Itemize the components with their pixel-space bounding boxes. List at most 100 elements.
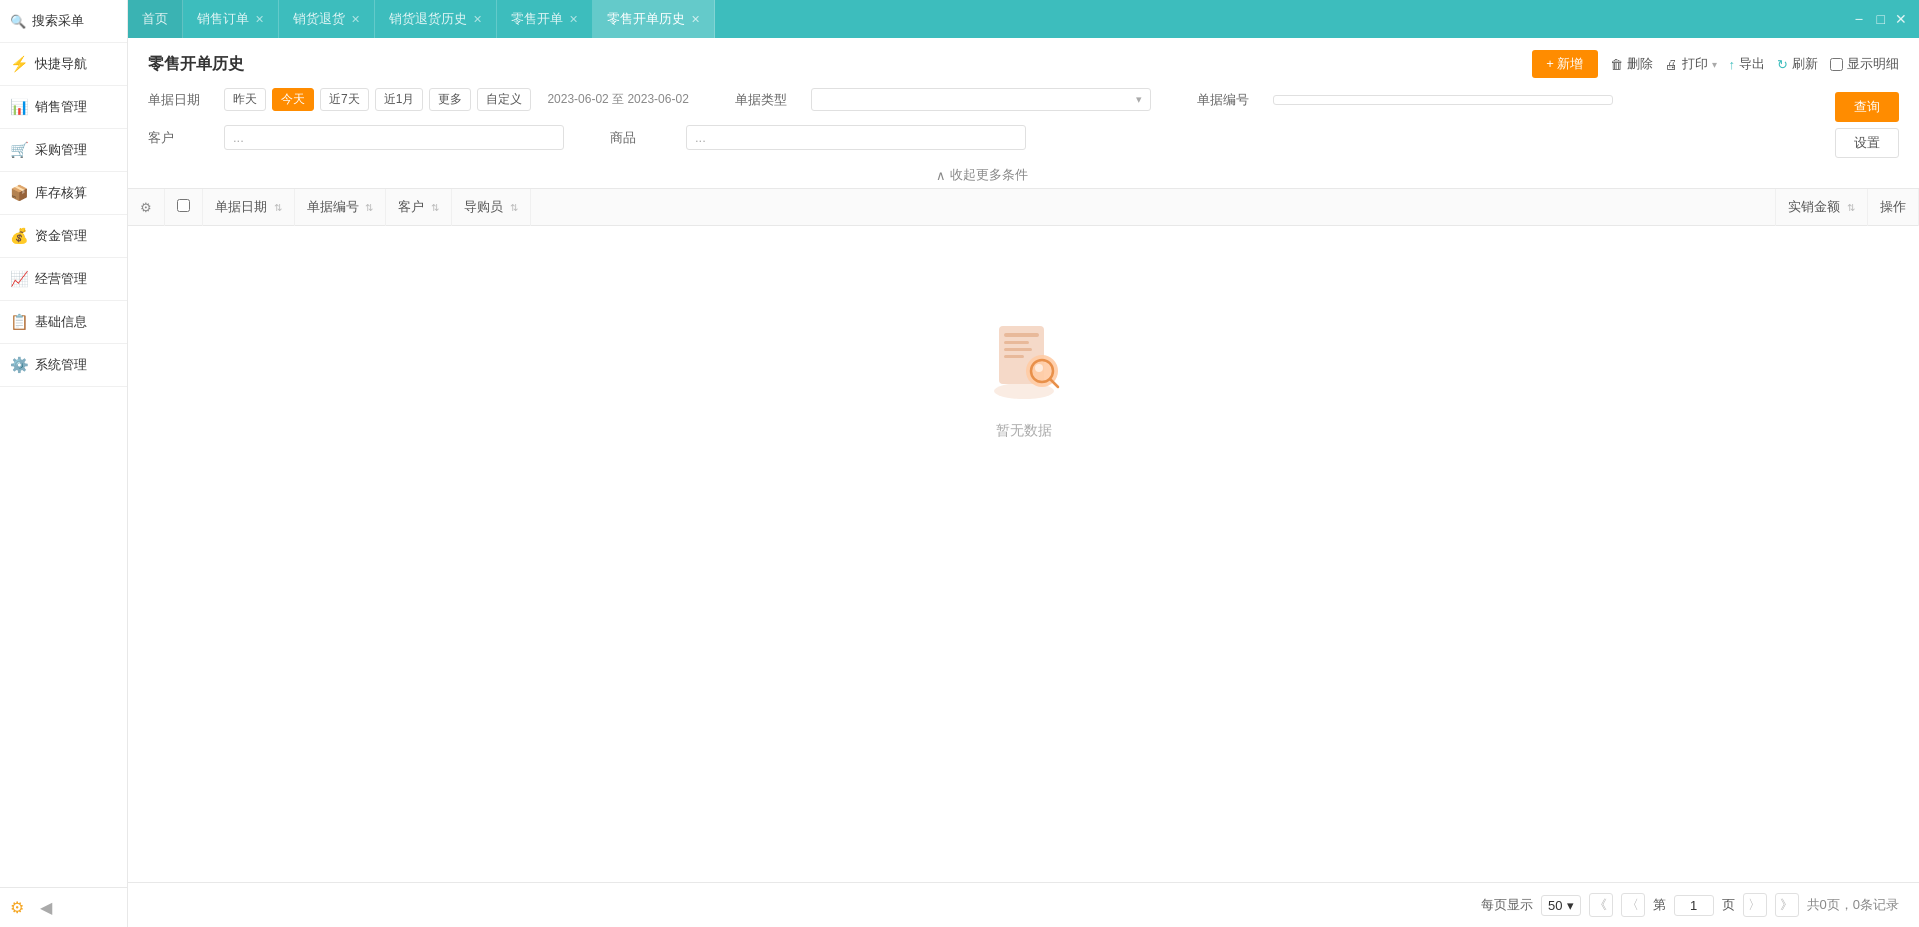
filter-rows: 单据日期 昨天 今天 近7天 近1月 更多 自定义 2023-06-02 至 2… bbox=[148, 88, 1815, 188]
close-sales-return-history-tab[interactable]: ✕ bbox=[473, 13, 482, 26]
sidebar-bottom: ⚙ ◀ bbox=[0, 887, 127, 927]
tab-retail-open[interactable]: 零售开单 ✕ bbox=[497, 0, 593, 38]
tab-sales-order[interactable]: 销售订单 ✕ bbox=[183, 0, 279, 38]
tab-home[interactable]: 首页 bbox=[128, 0, 183, 38]
inventory-icon: 📦 bbox=[10, 184, 29, 202]
type-filter-select[interactable]: ▾ bbox=[811, 88, 1151, 111]
sidebar-item-system[interactable]: ⚙️ 系统管理 bbox=[0, 344, 127, 387]
settings-icon[interactable]: ⚙ bbox=[10, 898, 24, 917]
sidebar-item-label: 资金管理 bbox=[35, 227, 87, 245]
number-filter-label: 单据编号 bbox=[1197, 91, 1257, 109]
tab-retail-open-history[interactable]: 零售开单历史 ✕ bbox=[593, 0, 715, 38]
svg-point-9 bbox=[1035, 364, 1043, 372]
prev-page-btn[interactable]: 〈 bbox=[1621, 893, 1645, 917]
svg-rect-2 bbox=[1004, 333, 1039, 337]
goods-filter-label: 商品 bbox=[610, 129, 670, 147]
new-button[interactable]: + 新增 bbox=[1532, 50, 1597, 78]
window-minimize[interactable]: － bbox=[1851, 9, 1867, 30]
sidebar-item-finance[interactable]: 💰 资金管理 bbox=[0, 215, 127, 258]
sidebar-item-quick-nav[interactable]: ⚡ 快捷导航 bbox=[0, 43, 127, 86]
select-all-checkbox[interactable] bbox=[177, 199, 190, 212]
date-sort-icon: ⇅ bbox=[274, 202, 282, 213]
col-checkbox[interactable] bbox=[165, 189, 203, 226]
col-guide[interactable]: 导购员 ⇅ bbox=[451, 189, 530, 226]
close-retail-open-history-tab[interactable]: ✕ bbox=[691, 13, 700, 26]
sidebar-item-label: 采购管理 bbox=[35, 141, 87, 159]
sidebar-search[interactable]: 🔍 搜索采单 bbox=[0, 0, 127, 43]
date-btn-custom[interactable]: 自定义 bbox=[477, 88, 531, 111]
pagination: 每页显示 50 ▾ 《 〈 第 页 〉 》 共0页，0条记录 bbox=[128, 882, 1919, 927]
date-btn-more[interactable]: 更多 bbox=[429, 88, 471, 111]
page-title: 零售开单历史 bbox=[148, 54, 244, 75]
sidebar-item-label: 基础信息 bbox=[35, 313, 87, 331]
customer-input-dots: ... bbox=[233, 130, 244, 145]
collapse-more-btn[interactable]: ∧ 收起更多条件 bbox=[148, 162, 1815, 188]
display-col-toggle[interactable]: 显示明细 bbox=[1830, 55, 1899, 73]
last-page-btn[interactable]: 》 bbox=[1775, 893, 1799, 917]
date-range-display: 2023-06-02 至 2023-06-02 bbox=[547, 91, 688, 108]
tab-sales-return-history[interactable]: 销货退货历史 ✕ bbox=[375, 0, 497, 38]
tab-sales-return-history-label: 销货退货历史 bbox=[389, 10, 467, 28]
filter-settings-button[interactable]: 设置 bbox=[1835, 128, 1899, 158]
number-filter-input[interactable] bbox=[1273, 95, 1613, 105]
date-btn-1month[interactable]: 近1月 bbox=[375, 88, 424, 111]
close-retail-open-tab[interactable]: ✕ bbox=[569, 13, 578, 26]
page-number-input[interactable] bbox=[1674, 895, 1714, 916]
display-col-label: 显示明细 bbox=[1847, 55, 1899, 73]
collapse-sidebar-icon[interactable]: ◀ bbox=[40, 898, 52, 917]
page-size-label: 每页显示 bbox=[1481, 896, 1533, 914]
date-btn-yesterday[interactable]: 昨天 bbox=[224, 88, 266, 111]
display-col-checkbox[interactable] bbox=[1830, 58, 1843, 71]
window-close[interactable]: ✕ bbox=[1895, 11, 1907, 27]
page-label: 第 bbox=[1653, 896, 1666, 914]
sidebar-item-sales-mgmt[interactable]: 📊 销售管理 bbox=[0, 86, 127, 129]
sidebar-item-operations[interactable]: 📈 经营管理 bbox=[0, 258, 127, 301]
quick-nav-icon: ⚡ bbox=[10, 55, 29, 73]
sidebar-item-basic-info[interactable]: 📋 基础信息 bbox=[0, 301, 127, 344]
date-btn-today[interactable]: 今天 bbox=[272, 88, 314, 111]
tab-retail-open-label: 零售开单 bbox=[511, 10, 563, 28]
refresh-button[interactable]: ↻ 刷新 bbox=[1777, 55, 1818, 73]
first-page-btn[interactable]: 《 bbox=[1589, 893, 1613, 917]
empty-icon bbox=[974, 306, 1074, 406]
customer-filter-input[interactable]: ... bbox=[224, 125, 564, 150]
goods-input-dots: ... bbox=[695, 130, 706, 145]
collapse-more-label: 收起更多条件 bbox=[950, 166, 1028, 184]
col-number[interactable]: 单据编号 ⇅ bbox=[294, 189, 386, 226]
goods-filter-input[interactable]: ... bbox=[686, 125, 1026, 150]
print-dropdown-icon: ▾ bbox=[1712, 59, 1717, 70]
svg-rect-4 bbox=[1004, 348, 1032, 351]
sidebar-item-purchase-mgmt[interactable]: 🛒 采购管理 bbox=[0, 129, 127, 172]
filter-row-1: 单据日期 昨天 今天 近7天 近1月 更多 自定义 2023-06-02 至 2… bbox=[148, 88, 1815, 117]
main-content: 首页 销售订单 ✕ 销货退货 ✕ 销货退货历史 ✕ 零售开单 ✕ 零售开单历史 … bbox=[128, 0, 1919, 927]
export-label: 导出 bbox=[1739, 55, 1765, 73]
close-sales-return-tab[interactable]: ✕ bbox=[351, 13, 360, 26]
col-customer[interactable]: 客户 ⇅ bbox=[386, 189, 452, 226]
customer-filter-label: 客户 bbox=[148, 129, 208, 147]
tab-sales-return[interactable]: 销货退货 ✕ bbox=[279, 0, 375, 38]
col-amount[interactable]: 实销金额 ⇅ bbox=[1776, 189, 1868, 226]
print-button[interactable]: 🖨 打印 ▾ bbox=[1665, 55, 1717, 73]
table-container: ⚙ 单据日期 ⇅ 单据编号 ⇅ 客户 ⇅ bbox=[128, 189, 1919, 882]
export-icon: ↑ bbox=[1729, 57, 1736, 72]
query-button[interactable]: 查询 bbox=[1835, 92, 1899, 122]
page-size-arrow: ▾ bbox=[1567, 898, 1574, 913]
window-maximize[interactable]: □ bbox=[1877, 11, 1885, 27]
refresh-icon: ↻ bbox=[1777, 57, 1788, 72]
close-sales-order-tab[interactable]: ✕ bbox=[255, 13, 264, 26]
sidebar-item-inventory[interactable]: 📦 库存核算 bbox=[0, 172, 127, 215]
col-date[interactable]: 单据日期 ⇅ bbox=[203, 189, 295, 226]
top-nav: 首页 销售订单 ✕ 销货退货 ✕ 销货退货历史 ✕ 零售开单 ✕ 零售开单历史 … bbox=[128, 0, 1919, 38]
svg-rect-5 bbox=[1004, 355, 1024, 358]
next-page-btn[interactable]: 〉 bbox=[1743, 893, 1767, 917]
col-gear[interactable]: ⚙ bbox=[128, 189, 165, 226]
date-btn-7days[interactable]: 近7天 bbox=[320, 88, 369, 111]
page-size-select[interactable]: 50 ▾ bbox=[1541, 895, 1580, 916]
filter-row-2: 客户 ... 商品 ... bbox=[148, 125, 1815, 154]
page-title-row: 零售开单历史 + 新增 🗑 删除 🖨 打印 ▾ ↑ 导出 ↻ bbox=[148, 50, 1899, 78]
export-button[interactable]: ↑ 导出 bbox=[1729, 55, 1766, 73]
sidebar-item-label: 经营管理 bbox=[35, 270, 87, 288]
collapse-up-icon: ∧ bbox=[936, 168, 946, 183]
delete-button[interactable]: 🗑 删除 bbox=[1610, 55, 1653, 73]
system-icon: ⚙️ bbox=[10, 356, 29, 374]
